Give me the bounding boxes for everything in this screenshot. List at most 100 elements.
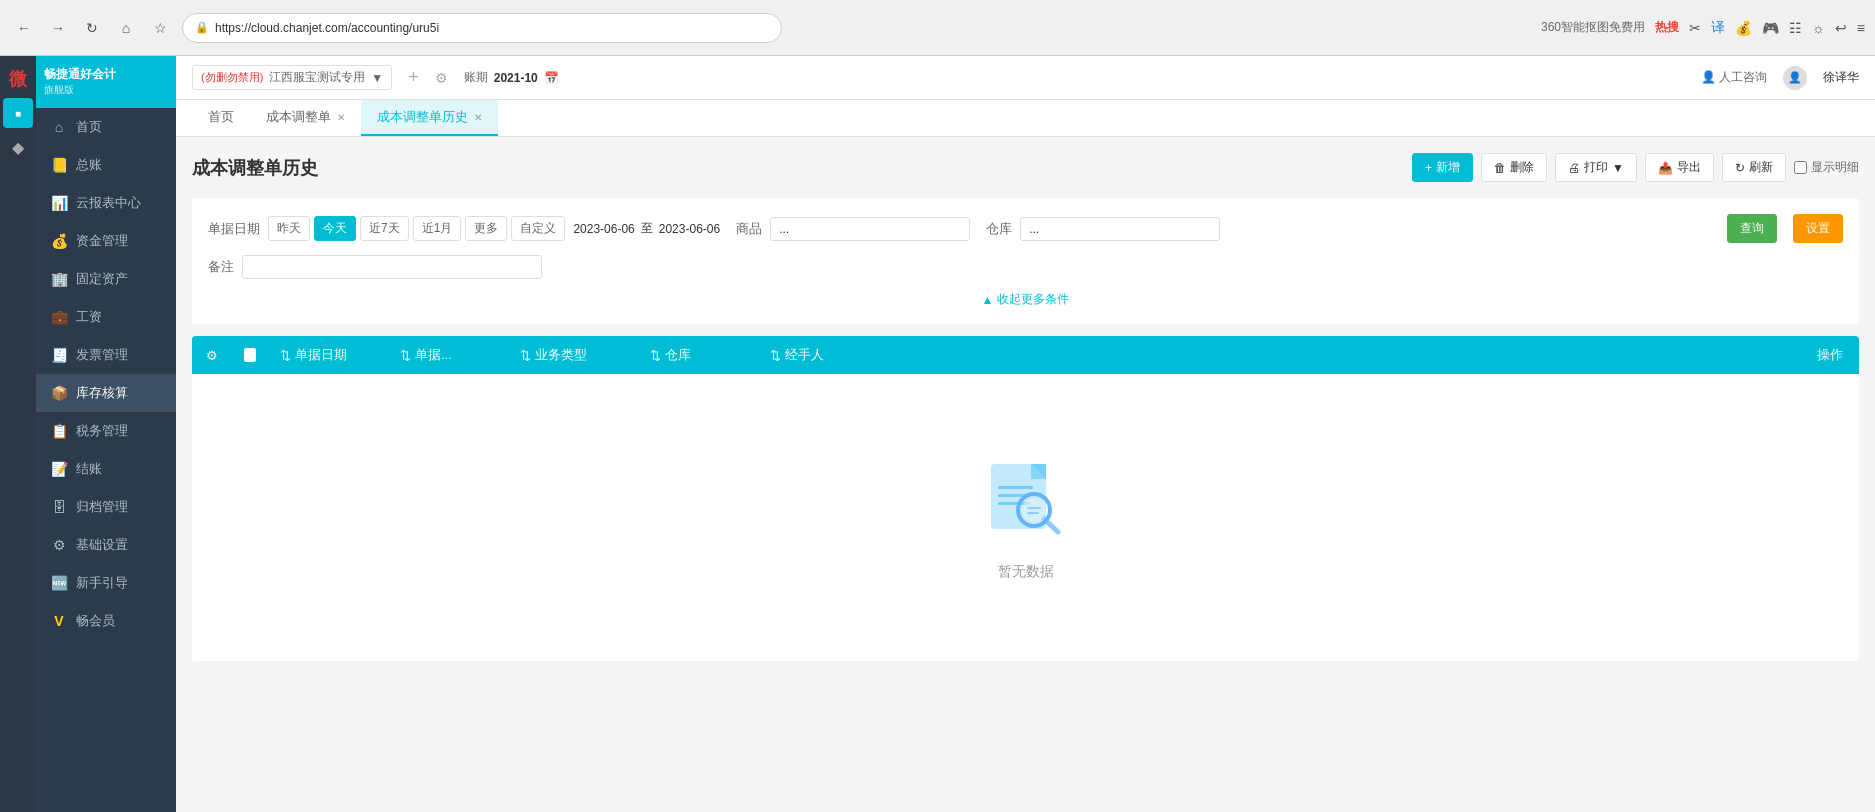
tab-cost-adjust-history[interactable]: 成本调整单历史 ✕: [361, 100, 498, 136]
th-warehouse-label: 仓库: [665, 346, 691, 364]
custom-btn[interactable]: 自定义: [511, 216, 565, 241]
th-settings[interactable]: ⚙: [192, 348, 232, 363]
url-text: https://cloud.chanjet.com/accounting/uru…: [215, 21, 439, 35]
star-button[interactable]: ☆: [146, 14, 174, 42]
remark-label: 备注: [208, 258, 234, 276]
query-label: 查询: [1740, 220, 1764, 237]
date-from: 2023-06-06: [573, 222, 634, 236]
month-btn[interactable]: 近1月: [413, 216, 462, 241]
sidebar-item-settings[interactable]: ⚙ 基础设置: [36, 526, 176, 564]
th-biz-type[interactable]: ⇅ 业务类型: [508, 346, 638, 364]
logo-text: 畅捷通好会计: [44, 67, 116, 83]
reports-icon: 📊: [50, 195, 68, 211]
query-button[interactable]: 查询: [1727, 214, 1777, 243]
th-bill-no-label: 单据...: [415, 346, 452, 364]
ssl-lock-icon: 🔒: [195, 21, 209, 34]
refresh-button[interactable]: ↻ 刷新: [1722, 153, 1786, 182]
home-button[interactable]: ⌂: [112, 14, 140, 42]
headset-icon: 👤: [1701, 70, 1716, 84]
sidebar-item-home[interactable]: ⌂ 首页: [36, 108, 176, 146]
sidebar-item-tax[interactable]: 📋 税务管理: [36, 412, 176, 450]
sidebar-label-funds: 资金管理: [76, 232, 128, 250]
sidebar-item-close[interactable]: 📝 结账: [36, 450, 176, 488]
back-button[interactable]: ←: [10, 14, 38, 42]
collapse-btn[interactable]: ▲ 收起更多条件: [982, 291, 1070, 308]
tax-icon: 📋: [50, 423, 68, 439]
print-button[interactable]: 🖨 打印 ▼: [1555, 153, 1637, 182]
service-btn[interactable]: 👤 人工咨询: [1701, 69, 1767, 86]
empty-svg: [976, 454, 1076, 544]
sidebar-item-guide[interactable]: 🆕 新手引导: [36, 564, 176, 602]
today-btn[interactable]: 今天: [314, 216, 356, 241]
game-icon: 🎮: [1762, 20, 1779, 36]
delete-button[interactable]: 🗑 删除: [1481, 153, 1547, 182]
add-account-btn[interactable]: +: [408, 67, 419, 88]
collapse-label: 收起更多条件: [997, 291, 1069, 308]
date-filter-buttons: 昨天 今天 近7天 近1月 更多 自定义: [268, 216, 565, 241]
remark-input[interactable]: [242, 255, 542, 279]
period-info: 账期 2021-10 📅: [464, 69, 559, 86]
address-bar[interactable]: 🔒 https://cloud.chanjet.com/accounting/u…: [182, 13, 782, 43]
show-detail-input[interactable]: [1794, 161, 1807, 174]
sidebar-item-salary[interactable]: 💼 工资: [36, 298, 176, 336]
filter-settings-button[interactable]: 设置: [1793, 214, 1843, 243]
th-handler[interactable]: ⇅ 经手人: [758, 346, 878, 364]
svg-rect-3: [998, 486, 1033, 489]
sort-icon-biz: ⇅: [520, 348, 531, 363]
sidebar-item-invoice[interactable]: 🧾 发票管理: [36, 336, 176, 374]
sidebar-item-ledger[interactable]: 📒 总账: [36, 146, 176, 184]
tab-home[interactable]: 首页: [192, 100, 250, 136]
icon-bar-active[interactable]: ■: [3, 98, 33, 128]
browser-tools: 360智能抠图免费用 热搜 ✂ 译 💰 🎮 ☷ ☼ ↩ ≡: [1541, 19, 1865, 37]
yesterday-btn[interactable]: 昨天: [268, 216, 310, 241]
th-date[interactable]: ⇅ 单据日期: [268, 346, 388, 364]
th-warehouse[interactable]: ⇅ 仓库: [638, 346, 758, 364]
sidebar-label-salary: 工资: [76, 308, 102, 326]
new-button[interactable]: + 新增: [1412, 153, 1473, 182]
sidebar-item-reports[interactable]: 📊 云报表中心: [36, 184, 176, 222]
sidebar-label-invoice: 发票管理: [76, 346, 128, 364]
calendar-icon[interactable]: 📅: [544, 71, 559, 85]
print-label: 打印: [1584, 159, 1608, 176]
more-btn[interactable]: 更多: [465, 216, 507, 241]
forward-button[interactable]: →: [44, 14, 72, 42]
plus-icon: +: [1425, 161, 1432, 175]
sidebar-item-member[interactable]: V 畅会员: [36, 602, 176, 640]
tab-cost-adjust-close[interactable]: ✕: [337, 112, 345, 123]
account-selector[interactable]: (勿删勿禁用) 江西服宝测试专用 ▼: [192, 65, 392, 90]
sidebar-item-archive[interactable]: 🗄 归档管理: [36, 488, 176, 526]
guide-icon: 🆕: [50, 575, 68, 591]
svg-point-8: [1022, 498, 1046, 522]
settings-gear-icon[interactable]: ⚙: [435, 70, 448, 86]
svg-rect-4: [998, 494, 1026, 497]
logo-sub: 旗舰版: [44, 83, 116, 97]
th-bill-no[interactable]: ⇅ 单据...: [388, 346, 508, 364]
account-warning-tag: (勿删勿禁用): [201, 70, 263, 85]
sidebar-label-close: 结账: [76, 460, 102, 478]
sort-icon-date: ⇅: [280, 348, 291, 363]
export-button[interactable]: 📤 导出: [1645, 153, 1714, 182]
icon-bar-item-3[interactable]: ◆: [3, 132, 33, 162]
warehouse-filter-input[interactable]: ...: [1020, 217, 1220, 241]
sidebar-label-settings: 基础设置: [76, 536, 128, 554]
tab-cost-adjust[interactable]: 成本调整单 ✕: [250, 100, 361, 136]
sidebar-nav: ⌂ 首页 📒 总账 📊 云报表中心 💰 资金管理 🏢 固定资产 💼 工资: [36, 108, 176, 812]
inventory-icon: 📦: [50, 385, 68, 401]
th-checkbox[interactable]: [232, 348, 268, 362]
sidebar-label-tax: 税务管理: [76, 422, 128, 440]
empty-text: 暂无数据: [998, 563, 1054, 581]
sidebar-item-inventory[interactable]: 📦 库存核算: [36, 374, 176, 412]
select-all-checkbox[interactable]: [244, 348, 256, 362]
sidebar-item-funds[interactable]: 💰 资金管理: [36, 222, 176, 260]
filter-settings-label: 设置: [1806, 220, 1830, 237]
sidebar-item-assets[interactable]: 🏢 固定资产: [36, 260, 176, 298]
week-btn[interactable]: 近7天: [360, 216, 409, 241]
empty-illustration: [976, 454, 1076, 547]
product-filter-input[interactable]: ...: [770, 217, 970, 241]
date-to: 2023-06-06: [659, 222, 720, 236]
tab-cost-adjust-history-close[interactable]: ✕: [474, 112, 482, 123]
refresh-button[interactable]: ↻: [78, 14, 106, 42]
th-actions-label: 操作: [1817, 346, 1843, 364]
show-detail-checkbox[interactable]: 显示明细: [1794, 159, 1859, 176]
icon-bar-weibo[interactable]: 微: [3, 64, 33, 94]
